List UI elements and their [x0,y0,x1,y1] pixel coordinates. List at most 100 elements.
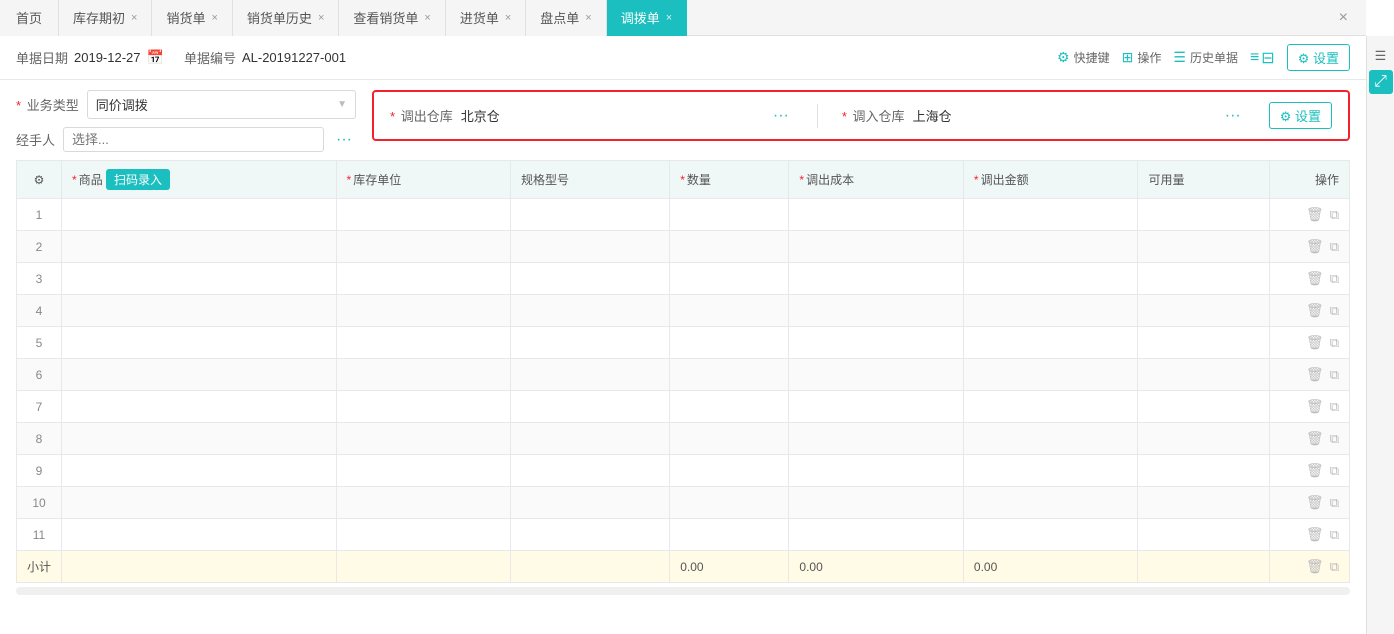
cell-out-cost[interactable] [789,391,964,423]
cell-product[interactable] [62,391,337,423]
cell-out-amount[interactable] [963,263,1138,295]
layout-icon-2[interactable]: ⊟ [1261,48,1274,68]
cell-qty[interactable] [670,423,789,455]
cell-out-amount[interactable] [963,423,1138,455]
cell-available[interactable] [1138,231,1270,263]
cell-out-amount[interactable] [963,231,1138,263]
tab-transfer-order[interactable]: 调拨单 × [607,0,687,36]
cell-unit[interactable] [336,359,511,391]
delete-icon[interactable]: 🗑 [1306,270,1324,287]
delete-icon[interactable]: 🗑 [1306,206,1324,223]
cell-product[interactable] [62,327,337,359]
cell-out-cost[interactable] [789,263,964,295]
cell-available[interactable] [1138,263,1270,295]
cell-qty[interactable] [670,327,789,359]
cell-available[interactable] [1138,455,1270,487]
history-action[interactable]: ☰ 历史单据 [1173,49,1238,66]
tab-close-inventory-init[interactable]: × [131,12,137,24]
shortcut-action[interactable]: ⚙ 快捷键 [1057,49,1110,66]
handler-more-button[interactable]: ··· [332,131,356,149]
handler-input[interactable] [63,127,324,152]
setting-button[interactable]: ⚙ 设置 [1287,44,1350,71]
cell-available[interactable] [1138,423,1270,455]
cell-available[interactable] [1138,295,1270,327]
cell-spec[interactable] [511,423,670,455]
cell-available[interactable] [1138,359,1270,391]
tab-close-sales-history[interactable]: × [318,12,324,24]
delete-icon[interactable]: 🗑 [1306,494,1324,511]
cell-product[interactable] [62,295,337,327]
horizontal-scrollbar[interactable] [16,587,1350,595]
delete-icon[interactable]: 🗑 [1306,302,1324,319]
cell-spec[interactable] [511,455,670,487]
copy-icon[interactable]: ⧉ [1330,207,1339,223]
cell-out-cost[interactable] [789,295,964,327]
out-warehouse-more-button[interactable]: ··· [769,107,793,125]
sidebar-expand-icon[interactable]: ⤢ [1369,70,1393,94]
delete-icon[interactable]: 🗑 [1306,366,1324,383]
copy-icon[interactable]: ⧉ [1330,431,1339,447]
cell-out-amount[interactable] [963,487,1138,519]
window-close-icon[interactable]: × [1331,5,1356,30]
cell-spec[interactable] [511,295,670,327]
copy-icon[interactable]: ⧉ [1330,303,1339,319]
warehouse-setting-button[interactable]: ⚙ 设置 [1269,102,1332,129]
cell-available[interactable] [1138,327,1270,359]
cell-spec[interactable] [511,519,670,551]
cell-spec[interactable] [511,231,670,263]
cell-out-amount[interactable] [963,327,1138,359]
cell-qty[interactable] [670,199,789,231]
delete-icon[interactable]: 🗑 [1306,430,1324,447]
cell-qty[interactable] [670,391,789,423]
cell-unit[interactable] [336,391,511,423]
cell-available[interactable] [1138,487,1270,519]
cell-unit[interactable] [336,231,511,263]
cell-out-amount[interactable] [963,359,1138,391]
tab-close-inventory-check[interactable]: × [585,12,591,24]
subtotal-delete-icon[interactable]: 🗑 [1306,558,1324,575]
scan-button[interactable]: 扫码录入 [106,169,170,190]
cell-out-cost[interactable] [789,423,964,455]
cell-qty[interactable] [670,519,789,551]
copy-icon[interactable]: ⧉ [1330,271,1339,287]
cell-spec[interactable] [511,359,670,391]
copy-icon[interactable]: ⧉ [1330,335,1339,351]
operation-action[interactable]: ⊞ 操作 [1122,49,1162,66]
tab-inventory-init[interactable]: 库存期初 × [59,0,152,36]
cell-unit[interactable] [336,263,511,295]
tab-close-sales-order[interactable]: × [211,12,217,24]
cell-spec[interactable] [511,391,670,423]
cell-qty[interactable] [670,455,789,487]
sidebar-list-icon[interactable]: ☰ [1369,44,1393,68]
copy-icon[interactable]: ⧉ [1330,367,1339,383]
cell-qty[interactable] [670,231,789,263]
cell-out-amount[interactable] [963,391,1138,423]
th-gear[interactable]: ⚙ [17,161,62,199]
tab-close-purchase-order[interactable]: × [505,12,511,24]
cell-available[interactable] [1138,519,1270,551]
tab-sales-order[interactable]: 销货单 × [152,0,232,36]
cell-product[interactable] [62,359,337,391]
business-type-select[interactable]: 同价调拨 ▼ [87,90,356,119]
tab-close-transfer-order[interactable]: × [666,12,672,24]
layout-icon-1[interactable]: ≡ [1250,49,1259,67]
cell-unit[interactable] [336,519,511,551]
cell-out-cost[interactable] [789,487,964,519]
subtotal-copy-icon[interactable]: ⧉ [1330,559,1339,575]
tab-view-sales[interactable]: 查看销货单 × [339,0,445,36]
cell-spec[interactable] [511,199,670,231]
tab-purchase-order[interactable]: 进货单 × [446,0,526,36]
cell-out-cost[interactable] [789,455,964,487]
cell-available[interactable] [1138,199,1270,231]
cell-unit[interactable] [336,199,511,231]
copy-icon[interactable]: ⧉ [1330,239,1339,255]
cell-unit[interactable] [336,327,511,359]
cell-spec[interactable] [511,327,670,359]
delete-icon[interactable]: 🗑 [1306,462,1324,479]
cell-spec[interactable] [511,487,670,519]
cell-out-cost[interactable] [789,359,964,391]
cell-qty[interactable] [670,263,789,295]
cell-product[interactable] [62,487,337,519]
delete-icon[interactable]: 🗑 [1306,238,1324,255]
cell-product[interactable] [62,519,337,551]
